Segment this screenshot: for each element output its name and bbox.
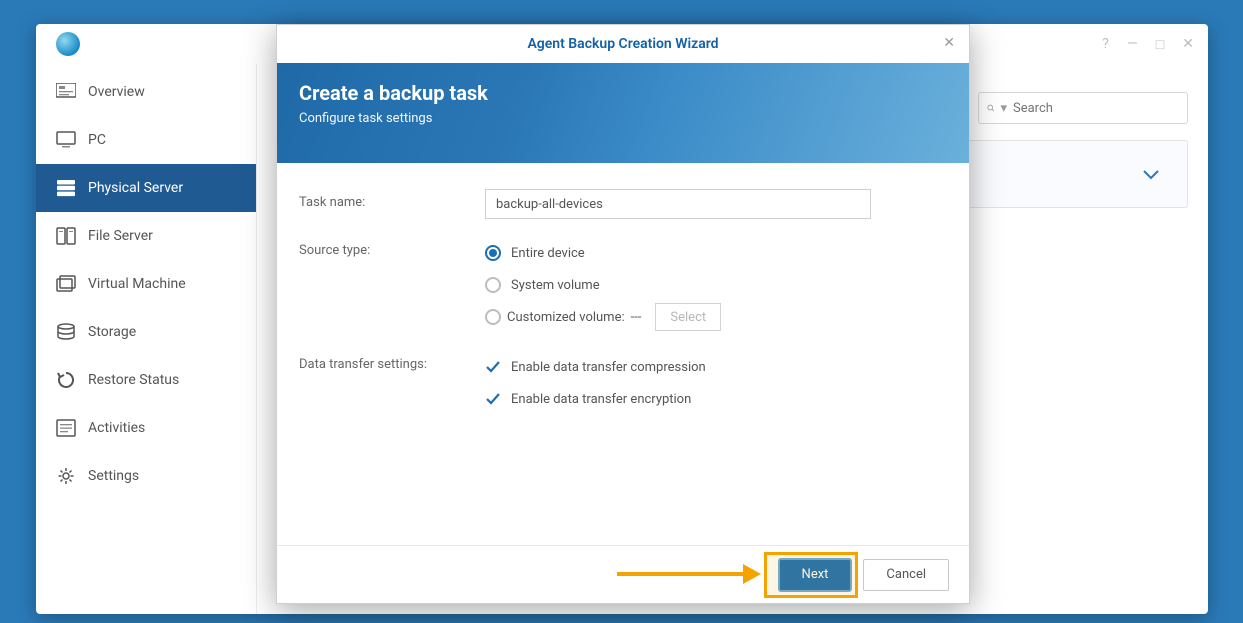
close-icon[interactable]: ✕ xyxy=(943,35,955,51)
sidebar-item-label: Restore Status xyxy=(88,372,179,388)
overview-icon xyxy=(56,83,76,101)
radio-entire-label: Entire device xyxy=(511,246,585,261)
checkbox-encryption-label: Enable data transfer encryption xyxy=(511,392,691,407)
sidebar-item-virtual-machine[interactable]: Virtual Machine xyxy=(36,260,256,308)
wizard-titlebar: Agent Backup Creation Wizard ✕ xyxy=(277,25,969,63)
custom-volume-value: --- xyxy=(631,310,642,325)
task-name-input[interactable] xyxy=(485,189,871,219)
sidebar-item-physical-server[interactable]: Physical Server xyxy=(36,164,256,212)
sidebar: Overview PC Physical Server File Server … xyxy=(36,64,256,614)
radio-customized-volume[interactable] xyxy=(485,309,501,325)
sidebar-item-label: Physical Server xyxy=(88,180,183,196)
restore-icon xyxy=(56,371,76,389)
wizard-subheading: Configure task settings xyxy=(299,111,947,126)
vm-icon xyxy=(56,275,76,293)
sidebar-item-file-server[interactable]: File Server xyxy=(36,212,256,260)
sidebar-item-pc[interactable]: PC xyxy=(36,116,256,164)
sidebar-item-label: Virtual Machine xyxy=(88,276,186,292)
next-button[interactable]: Next xyxy=(779,559,852,591)
radio-custom-label: Customized volume: xyxy=(507,310,625,325)
pc-icon xyxy=(56,131,76,149)
radio-entire-device[interactable] xyxy=(485,245,501,261)
file-server-icon xyxy=(56,227,76,245)
sidebar-item-label: Overview xyxy=(88,84,145,100)
sidebar-item-label: Storage xyxy=(88,324,136,340)
close-icon[interactable]: ✕ xyxy=(1182,36,1194,52)
sidebar-item-activities[interactable]: Activities xyxy=(36,404,256,452)
wizard-title: Agent Backup Creation Wizard xyxy=(527,36,718,52)
sidebar-item-label: File Server xyxy=(88,228,153,244)
data-transfer-label: Data transfer settings: xyxy=(299,351,485,415)
task-name-label: Task name: xyxy=(299,189,485,219)
search-input[interactable]: ▾ xyxy=(978,92,1188,124)
activities-icon xyxy=(56,419,76,437)
select-volume-button[interactable]: Select xyxy=(655,303,721,331)
cancel-button[interactable]: Cancel xyxy=(863,559,949,591)
help-icon[interactable]: ? xyxy=(1102,36,1109,52)
sidebar-item-label: Activities xyxy=(88,420,145,436)
sidebar-item-restore-status[interactable]: Restore Status xyxy=(36,356,256,404)
server-icon xyxy=(56,179,76,197)
sidebar-item-settings[interactable]: Settings xyxy=(36,452,256,500)
source-type-label: Source type: xyxy=(299,237,485,333)
wizard-body: Task name: Source type: Entire device Sy… xyxy=(277,163,969,545)
wizard-footer: Next Cancel xyxy=(277,545,969,603)
checkbox-compression-label: Enable data transfer compression xyxy=(511,360,706,375)
search-dropdown-icon[interactable]: ▾ xyxy=(1000,101,1007,116)
radio-system-volume[interactable] xyxy=(485,277,501,293)
sidebar-item-storage[interactable]: Storage xyxy=(36,308,256,356)
search-text-field[interactable] xyxy=(1013,101,1179,116)
app-logo-icon xyxy=(56,32,80,56)
sidebar-item-label: PC xyxy=(88,132,106,148)
wizard-header: Create a backup task Configure task sett… xyxy=(277,63,969,163)
storage-icon xyxy=(56,323,76,341)
sidebar-item-overview[interactable]: Overview xyxy=(36,68,256,116)
sidebar-item-label: Settings xyxy=(88,468,139,484)
gear-icon xyxy=(56,467,76,485)
annotation-arrow-icon xyxy=(615,562,763,586)
checkbox-compression[interactable] xyxy=(485,359,501,375)
radio-system-label: System volume xyxy=(511,278,600,293)
wizard-heading: Create a backup task xyxy=(299,81,947,105)
checkbox-encryption[interactable] xyxy=(485,391,501,407)
search-icon xyxy=(987,101,994,115)
wizard-dialog: Agent Backup Creation Wizard ✕ Create a … xyxy=(276,24,970,604)
chevron-down-icon[interactable] xyxy=(1143,165,1159,184)
maximize-icon[interactable]: □ xyxy=(1156,36,1164,53)
minimize-icon[interactable]: — xyxy=(1127,36,1138,52)
